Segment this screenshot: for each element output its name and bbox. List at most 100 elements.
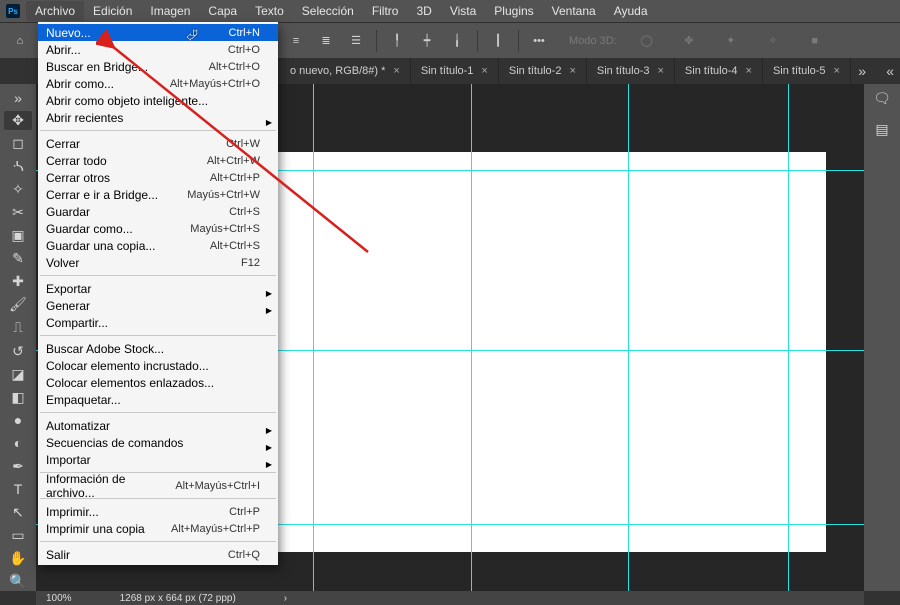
menu-plugins[interactable]: Plugins bbox=[485, 1, 542, 21]
menu-item[interactable]: Imprimir una copiaAlt+Mayús+Ctrl+P bbox=[38, 520, 278, 537]
menu-texto[interactable]: Texto bbox=[246, 1, 293, 21]
status-chevron-icon[interactable]: › bbox=[284, 593, 287, 604]
close-icon[interactable]: × bbox=[569, 65, 575, 77]
stamp-tool-icon[interactable]: ⎍ bbox=[4, 318, 32, 337]
crop-tool-icon[interactable]: ✂ bbox=[4, 203, 32, 222]
rectangle-tool-icon[interactable]: ▭ bbox=[4, 526, 32, 545]
align-left-icon[interactable]: ≡ bbox=[284, 29, 308, 53]
close-icon[interactable]: × bbox=[393, 65, 399, 77]
menu-imagen[interactable]: Imagen bbox=[141, 1, 199, 21]
comments-panel-icon[interactable]: 🗨 bbox=[873, 90, 891, 107]
home-icon[interactable]: ⌂ bbox=[8, 29, 32, 53]
menu-capa[interactable]: Capa bbox=[199, 1, 246, 21]
close-icon[interactable]: × bbox=[746, 65, 752, 77]
menu-ayuda[interactable]: Ayuda bbox=[605, 1, 657, 21]
menu-item[interactable]: Generar bbox=[38, 297, 278, 314]
light-icon[interactable]: ✧ bbox=[761, 29, 785, 53]
document-tab[interactable]: Sin título-5× bbox=[763, 58, 851, 84]
guide-vertical[interactable] bbox=[788, 84, 789, 591]
dodge-tool-icon[interactable]: ◐ bbox=[4, 434, 32, 453]
blur-tool-icon[interactable]: ● bbox=[4, 411, 32, 430]
healing-tool-icon[interactable]: ✚ bbox=[4, 272, 32, 291]
close-icon[interactable]: × bbox=[481, 65, 487, 77]
distribute-bottom-icon[interactable]: ╽ bbox=[445, 29, 469, 53]
menu-item[interactable]: Abrir como...Alt+Mayús+Ctrl+O bbox=[38, 75, 278, 92]
document-tab[interactable]: Sin título-3× bbox=[587, 58, 675, 84]
menu-item[interactable]: Cerrar otrosAlt+Ctrl+P bbox=[38, 169, 278, 186]
type-tool-icon[interactable]: T bbox=[4, 480, 32, 499]
menu-item[interactable]: Automatizar bbox=[38, 417, 278, 434]
menu-item[interactable]: Cerrar e ir a Bridge...Mayús+Ctrl+W bbox=[38, 186, 278, 203]
camera-icon[interactable]: ■ bbox=[803, 29, 827, 53]
menu-item[interactable]: Abrir recientes bbox=[38, 109, 278, 126]
distribute-h-icon[interactable]: ┃ bbox=[486, 29, 510, 53]
menu-filtro[interactable]: Filtro bbox=[363, 1, 408, 21]
menu-item[interactable]: Abrir como objeto inteligente... bbox=[38, 92, 278, 109]
menu-item[interactable]: VolverF12 bbox=[38, 254, 278, 271]
hand-tool-icon[interactable]: ✋ bbox=[4, 549, 32, 568]
menu-selección[interactable]: Selección bbox=[293, 1, 363, 21]
eraser-tool-icon[interactable]: ◪ bbox=[4, 365, 32, 384]
history-brush-icon[interactable]: ↺ bbox=[4, 342, 32, 361]
more-icon[interactable]: ••• bbox=[527, 29, 551, 53]
document-tab[interactable]: Sin título-1× bbox=[411, 58, 499, 84]
menu-item[interactable]: Empaquetar... bbox=[38, 391, 278, 408]
guide-vertical[interactable] bbox=[628, 84, 629, 591]
lasso-tool-icon[interactable]: ᔀ bbox=[4, 157, 32, 176]
menu-item[interactable]: Importar bbox=[38, 451, 278, 468]
menu-item[interactable]: Buscar Adobe Stock... bbox=[38, 340, 278, 357]
close-icon[interactable]: × bbox=[657, 65, 663, 77]
collapse-icon[interactable]: » bbox=[4, 88, 32, 107]
tab-label: Sin título-2 bbox=[509, 65, 562, 77]
menu-item[interactable]: Nuevo...Ctrl+N bbox=[38, 24, 278, 41]
menu-3d[interactable]: 3D bbox=[407, 1, 440, 21]
frame-tool-icon[interactable]: ▣ bbox=[4, 226, 32, 245]
pen-tool-icon[interactable]: ✒ bbox=[4, 457, 32, 476]
slide-3d-icon[interactable]: ✦ bbox=[719, 29, 743, 53]
menu-item[interactable]: Cerrar todoAlt+Ctrl+W bbox=[38, 152, 278, 169]
guide-vertical[interactable] bbox=[471, 84, 472, 591]
menu-item[interactable]: Imprimir...Ctrl+P bbox=[38, 503, 278, 520]
menu-edición[interactable]: Edición bbox=[84, 1, 141, 21]
align-right-icon[interactable]: ☰ bbox=[344, 29, 368, 53]
marquee-tool-icon[interactable]: ◻ bbox=[4, 134, 32, 153]
panel-collapse-icon[interactable]: « bbox=[886, 63, 894, 79]
pan-3d-icon[interactable]: ✥ bbox=[677, 29, 701, 53]
document-tab[interactable]: Sin título-2 × bbox=[499, 58, 587, 84]
orbit-icon[interactable]: ◯ bbox=[635, 29, 659, 53]
zoom-tool-icon[interactable]: 🔍 bbox=[4, 572, 32, 591]
guide-vertical[interactable] bbox=[313, 84, 314, 591]
close-icon[interactable]: × bbox=[834, 65, 840, 77]
zoom-level[interactable]: 100% bbox=[46, 593, 72, 604]
document-tab[interactable]: Sin título-4× bbox=[675, 58, 763, 84]
menu-item[interactable]: CerrarCtrl+W bbox=[38, 135, 278, 152]
menu-item[interactable]: Guardar una copia...Alt+Ctrl+S bbox=[38, 237, 278, 254]
tabs-overflow-icon[interactable]: » bbox=[858, 63, 866, 79]
eyedropper-tool-icon[interactable]: ✎ bbox=[4, 249, 32, 268]
menu-item[interactable]: Información de archivo...Alt+Mayús+Ctrl+… bbox=[38, 477, 278, 494]
menu-item[interactable]: Colocar elemento incrustado... bbox=[38, 357, 278, 374]
menu-item[interactable]: Abrir...Ctrl+O bbox=[38, 41, 278, 58]
distribute-top-icon[interactable]: ╿ bbox=[385, 29, 409, 53]
menu-item[interactable]: GuardarCtrl+S bbox=[38, 203, 278, 220]
libraries-panel-icon[interactable]: ▤ bbox=[875, 121, 888, 138]
menu-archivo[interactable]: Archivo bbox=[26, 1, 84, 21]
menu-ventana[interactable]: Ventana bbox=[543, 1, 605, 21]
menu-item[interactable]: SalirCtrl+Q bbox=[38, 546, 278, 563]
menu-item[interactable]: Exportar bbox=[38, 280, 278, 297]
distribute-vcenter-icon[interactable]: ┿ bbox=[415, 29, 439, 53]
move-tool-icon[interactable]: ✥ bbox=[4, 111, 32, 130]
align-center-icon[interactable]: ≣ bbox=[314, 29, 338, 53]
menu-item[interactable]: Secuencias de comandos bbox=[38, 434, 278, 451]
menu-vista[interactable]: Vista bbox=[441, 1, 485, 21]
document-tab[interactable]: o nuevo, RGB/8#) *× bbox=[280, 58, 411, 84]
menu-item[interactable]: Guardar como...Mayús+Ctrl+S bbox=[38, 220, 278, 237]
menu-item[interactable]: Buscar en Bridge...Alt+Ctrl+O bbox=[38, 58, 278, 75]
gradient-tool-icon[interactable]: ◧ bbox=[4, 388, 32, 407]
path-select-icon[interactable]: ↖ bbox=[4, 503, 32, 522]
wand-tool-icon[interactable]: ✧ bbox=[4, 180, 32, 199]
brush-tool-icon[interactable]: 🖌 bbox=[4, 295, 32, 314]
menu-item[interactable]: Colocar elementos enlazados... bbox=[38, 374, 278, 391]
menu-item[interactable]: Compartir... bbox=[38, 314, 278, 331]
document-info[interactable]: 1268 px x 664 px (72 ppp) bbox=[120, 593, 236, 604]
